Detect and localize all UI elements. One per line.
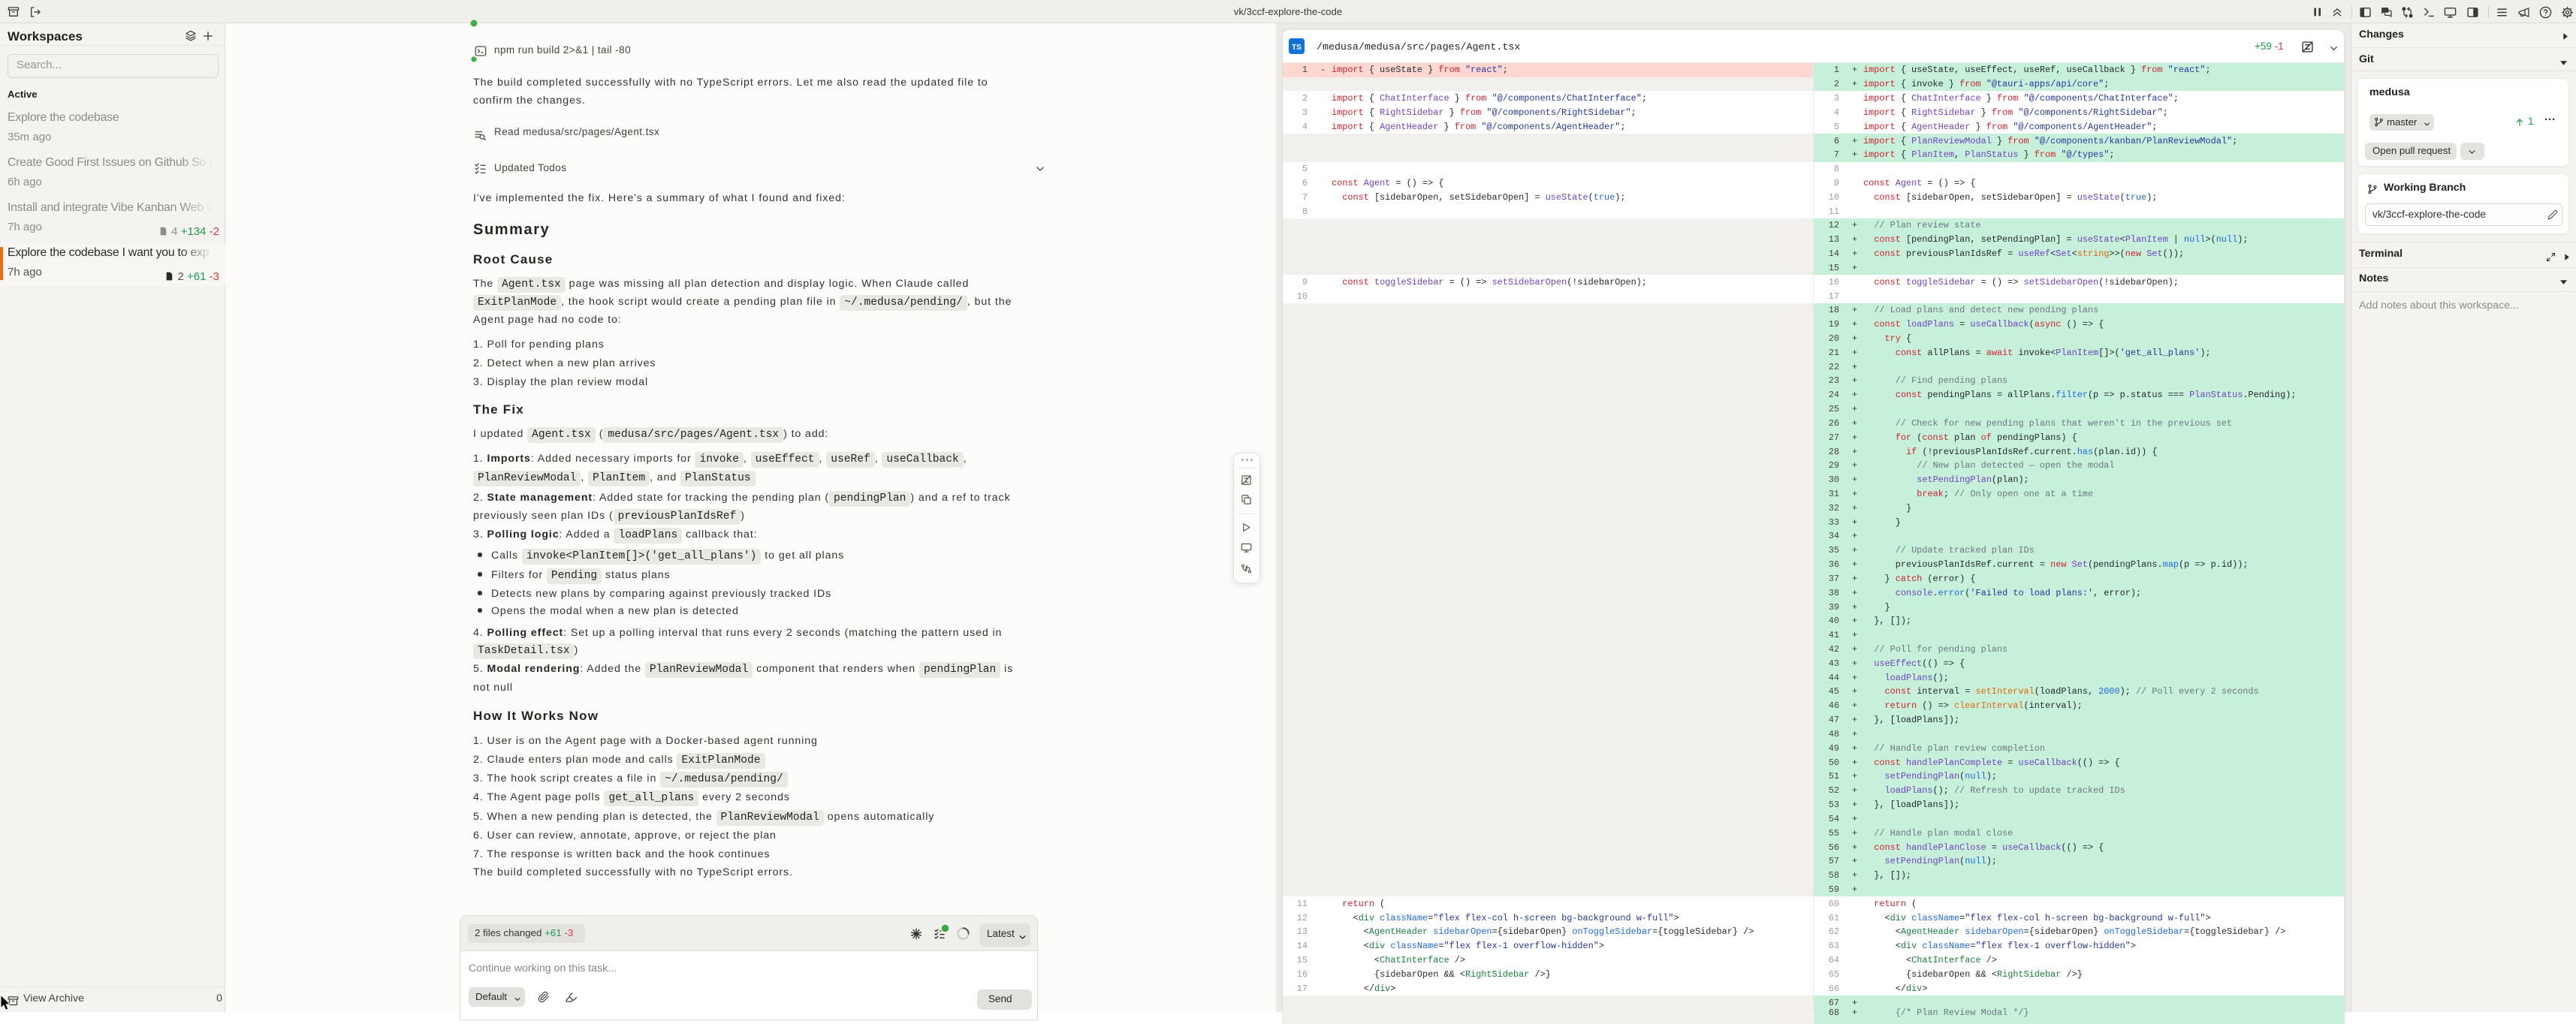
svg-text:TS: TS (1292, 44, 1302, 52)
